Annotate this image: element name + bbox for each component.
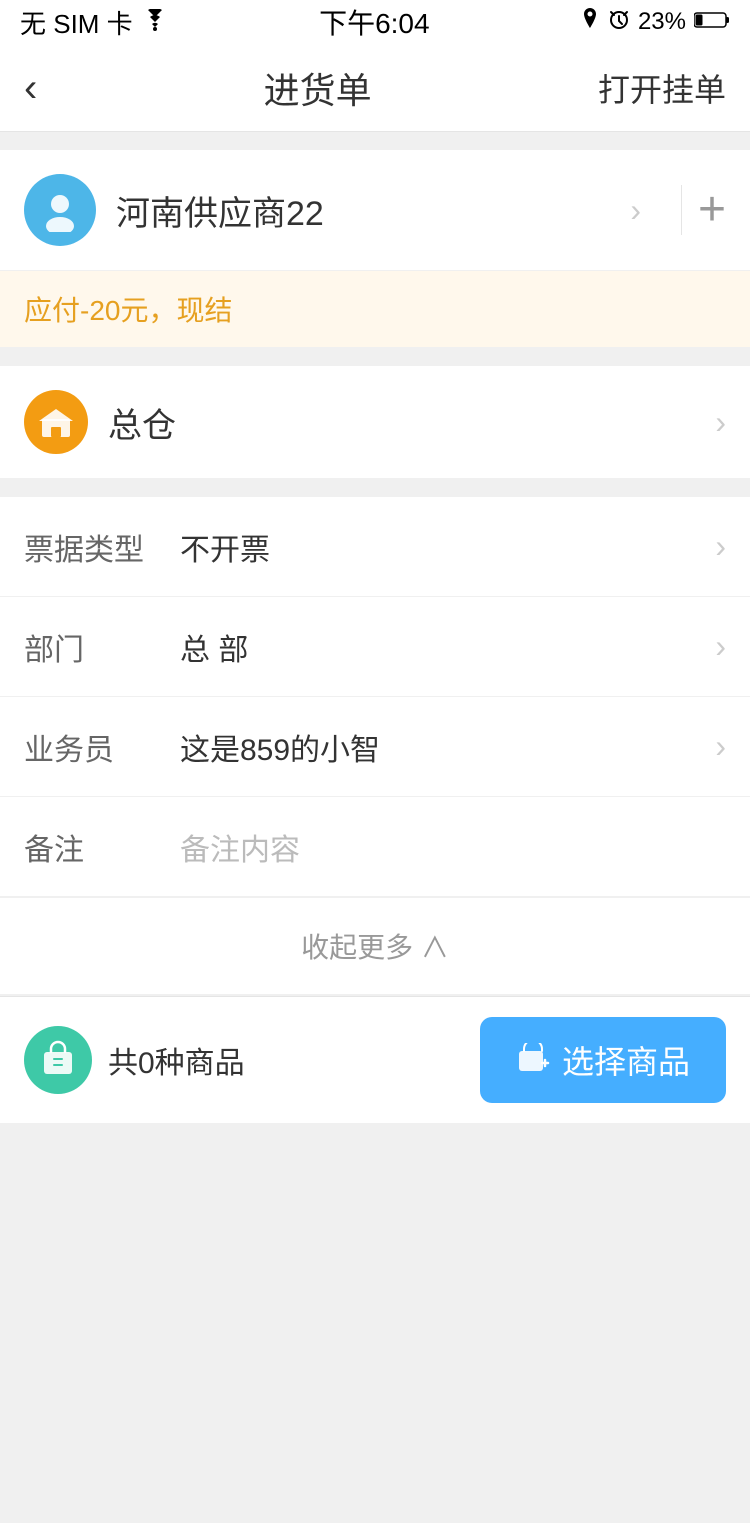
form-section: 票据类型 不开票 › 部门 总 部 › 业务员 这是859的小智 › 备注 备注… (0, 497, 750, 994)
invoice-chevron-icon: › (715, 528, 726, 565)
main-background (0, 1123, 750, 1523)
wifi-icon (141, 7, 169, 38)
open-pending-button[interactable]: 打开挂单 (598, 65, 726, 111)
supplier-section: 河南供应商22 › + 应付-20元，现结 (0, 150, 750, 348)
salesman-chevron-icon: › (715, 728, 726, 765)
invoice-row[interactable]: 票据类型 不开票 › (0, 497, 750, 597)
vertical-divider (681, 185, 682, 235)
back-button[interactable]: ‹ (24, 68, 37, 108)
supplier-name: 河南供应商22 (116, 186, 630, 235)
supplier-chevron-icon: › (630, 192, 641, 229)
collapse-row[interactable]: 收起更多 ∧ (0, 897, 750, 994)
section-divider-top (0, 132, 750, 150)
section-divider-2 (0, 479, 750, 497)
supplier-avatar (24, 174, 96, 246)
status-icons: 23% (580, 8, 730, 37)
battery-icon (694, 8, 730, 36)
select-product-label: 选择商品 (562, 1037, 690, 1083)
department-label: 部门 (24, 625, 164, 669)
battery-percentage: 23% (638, 8, 686, 36)
department-chevron-icon: › (715, 628, 726, 665)
collapse-label: 收起更多 ∧ (301, 926, 449, 966)
alarm-icon (608, 8, 630, 37)
select-product-button[interactable]: 选择商品 (480, 1017, 726, 1103)
invoice-value: 不开票 (164, 525, 715, 569)
bottom-section: 共0种商品 选择商品 (0, 996, 750, 1123)
supplier-row[interactable]: 河南供应商22 › + (0, 150, 750, 271)
department-row[interactable]: 部门 总 部 › (0, 597, 750, 697)
warehouse-name: 总仓 (108, 398, 715, 447)
warehouse-chevron-icon: › (715, 404, 726, 441)
add-supplier-button[interactable]: + (698, 186, 726, 234)
info-banner: 应付-20元，现结 (0, 271, 750, 348)
invoice-label: 票据类型 (24, 525, 164, 569)
carrier-text: 无 SIM 卡 (20, 4, 133, 41)
product-count: 共0种商品 (108, 1038, 480, 1082)
location-icon (580, 8, 600, 37)
product-icon (24, 1026, 92, 1094)
salesman-value: 这是859的小智 (164, 725, 715, 769)
status-time: 下午6:04 (319, 2, 430, 42)
nav-bar: ‹ 进货单 打开挂单 (0, 44, 750, 132)
salesman-row[interactable]: 业务员 这是859的小智 › (0, 697, 750, 797)
status-bar: 无 SIM 卡 下午6:04 23% (0, 0, 750, 44)
status-carrier: 无 SIM 卡 (20, 4, 169, 41)
remark-input[interactable]: 备注内容 (164, 825, 726, 869)
warehouse-icon (24, 390, 88, 454)
salesman-label: 业务员 (24, 725, 164, 769)
page-title: 进货单 (264, 62, 372, 114)
remark-label: 备注 (24, 825, 164, 869)
section-divider-1 (0, 348, 750, 366)
department-value: 总 部 (164, 625, 715, 669)
remark-row[interactable]: 备注 备注内容 (0, 797, 750, 897)
warehouse-row[interactable]: 总仓 › (0, 366, 750, 479)
